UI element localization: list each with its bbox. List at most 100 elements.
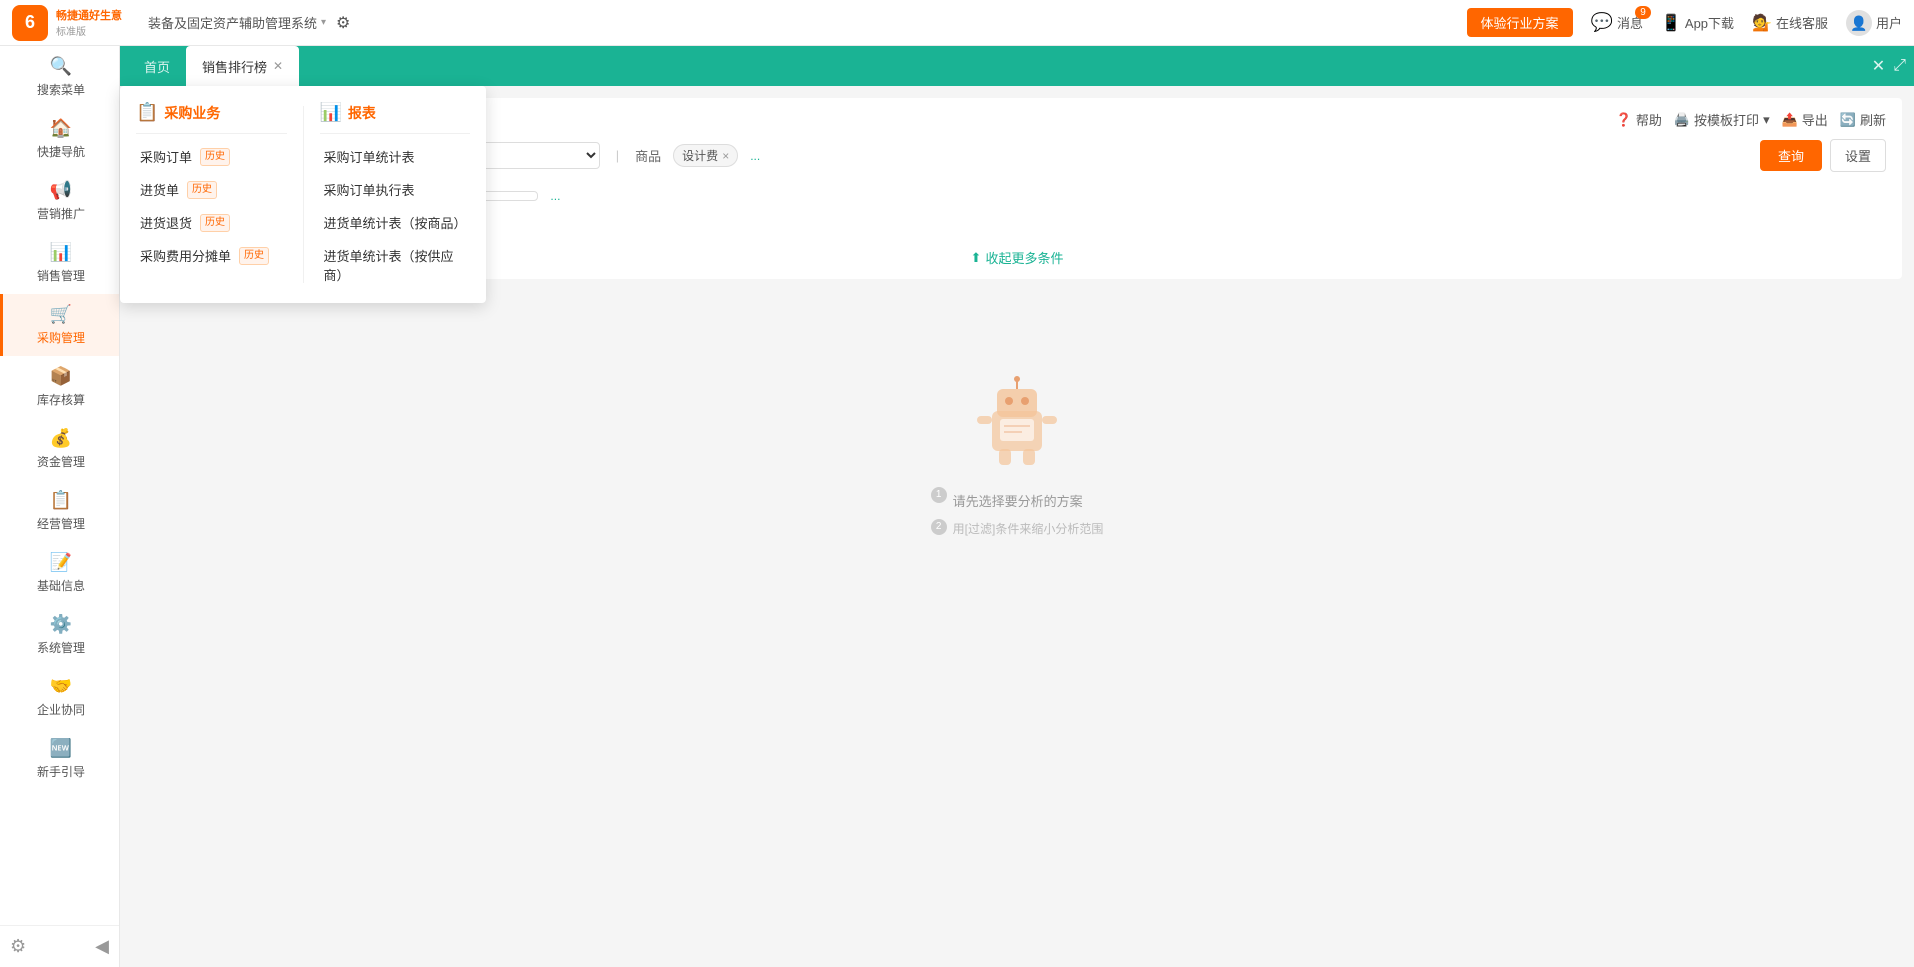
sidebar-bottom: ⚙ ◀ xyxy=(0,925,119,967)
doc-status-select[interactable] xyxy=(480,142,600,169)
export-btn[interactable]: 📤 导出 xyxy=(1782,110,1828,129)
sidebar-item-basic[interactable]: 📝 基础信息 xyxy=(0,542,119,604)
menu-item-report-2[interactable]: 采购订单执行表 xyxy=(320,173,471,206)
enterprise-icon: 🤝 xyxy=(50,676,72,697)
sidebar-item-operations[interactable]: 📋 经营管理 xyxy=(0,480,119,542)
goods-tag: 设计费 × xyxy=(673,144,738,167)
tab-sales-rank[interactable]: 销售排行榜 ✕ xyxy=(186,46,299,86)
menu-item-purchase-return-label: 进货退货 xyxy=(140,213,192,232)
app-download-btn[interactable]: 📱 App下载 xyxy=(1661,13,1734,33)
empty-tip-1-bullet: 1 xyxy=(931,487,947,503)
industry-btn[interactable]: 体验行业方案 xyxy=(1467,8,1573,37)
menu-item-purchase-receipt[interactable]: 进货单 历史 xyxy=(136,173,287,206)
sidebar-item-search[interactable]: 🔍 搜索菜单 xyxy=(0,46,119,108)
empty-tip-2: 用[过滤]条件来缩小分析范围 xyxy=(953,520,1104,537)
report-label: 报表 xyxy=(348,103,376,123)
home-icon: 🏠 xyxy=(50,118,72,139)
app-download-label: App下载 xyxy=(1685,13,1734,32)
sidebar-label-inventory: 库存核算 xyxy=(37,391,85,408)
sidebar-item-guide[interactable]: 🆕 新手引导 xyxy=(0,728,119,790)
refresh-icon: 🔄 xyxy=(1840,112,1856,128)
sidebar-collapse-btn[interactable]: ◀ xyxy=(95,936,109,957)
sidebar-label-marketing: 营销推广 xyxy=(37,205,85,222)
menu-item-purchase-order[interactable]: 采购订单 历史 xyxy=(136,140,287,173)
history-badge-1: 历史 xyxy=(187,181,217,199)
empty-tip-1: 请先选择要分析的方案 xyxy=(953,491,1083,510)
print-dropdown-icon: ▾ xyxy=(1763,112,1770,128)
marketing-icon: 📢 xyxy=(50,180,72,201)
app-version: 标准版 xyxy=(56,23,122,38)
menu-item-purchase-return[interactable]: 进货退货 历史 xyxy=(136,206,287,239)
sidebar-label-purchase: 采购管理 xyxy=(37,329,85,346)
menu-item-purchase-expense[interactable]: 采购费用分摊单 历史 xyxy=(136,239,287,272)
finance-icon: 💰 xyxy=(50,428,72,449)
history-badge-0: 历史 xyxy=(200,148,230,166)
filter-actions: 查询 设置 xyxy=(1760,139,1886,172)
menu-item-purchase-expense-label: 采购费用分摊单 xyxy=(140,246,231,265)
basic-icon: 📝 xyxy=(50,552,72,573)
online-service-btn[interactable]: 💁 在线客服 xyxy=(1752,13,1828,33)
tab-close-all-icon[interactable]: ✕ xyxy=(1872,56,1885,76)
refresh-label: 刷新 xyxy=(1860,110,1886,129)
sidebar-item-home[interactable]: 🏠 快捷导航 xyxy=(0,108,119,170)
purchase-business-icon: 📋 xyxy=(136,102,158,123)
menu-item-report-1-label: 采购订单统计表 xyxy=(324,147,415,166)
export-label: 导出 xyxy=(1802,110,1828,129)
help-icon: ❓ xyxy=(1616,112,1632,128)
sidebar-item-sales[interactable]: 📊 销售管理 xyxy=(0,232,119,294)
system-title: 装备及固定资产辅助管理系统 xyxy=(148,13,317,32)
empty-tip-1-row: 1 请先选择要分析的方案 xyxy=(931,479,1083,510)
top-bar: 6 畅捷通好生意 标准版 装备及固定资产辅助管理系统 ▾ ⚙ 体验行业方案 💬 … xyxy=(0,0,1914,46)
setting-btn[interactable]: 设置 xyxy=(1830,139,1886,172)
menu-item-report-3[interactable]: 进货单统计表（按商品） xyxy=(320,206,471,239)
menu-item-report-1[interactable]: 采购订单统计表 xyxy=(320,140,471,173)
sidebar-label-sales: 销售管理 xyxy=(37,267,85,284)
dropdown-col-1: 📋 采购业务 采购订单 历史 进货单 历史 进货退货 历史 采购费用分摊单 历史 xyxy=(120,98,303,291)
refresh-btn[interactable]: 🔄 刷新 xyxy=(1840,110,1886,129)
user-btn[interactable]: 👤 用户 xyxy=(1846,10,1902,36)
collapse-label: 收起更多条件 xyxy=(985,248,1063,267)
tab-home[interactable]: 首页 xyxy=(128,46,186,86)
tab-expand-icon[interactable]: ⤢ xyxy=(1893,57,1906,75)
query-btn[interactable]: 查询 xyxy=(1760,140,1822,171)
sidebar-item-finance[interactable]: 💰 资金管理 xyxy=(0,418,119,480)
system-title-dropdown[interactable]: ▾ xyxy=(321,17,326,28)
menu-item-purchase-receipt-label: 进货单 xyxy=(140,180,179,199)
sidebar-settings-btn[interactable]: ⚙ xyxy=(10,936,26,957)
help-btn[interactable]: ❓ 帮助 xyxy=(1616,110,1662,129)
dropdown-col-2: 📊 报表 采购订单统计表 采购订单执行表 进货单统计表（按商品） 进货单统计表（… xyxy=(304,98,487,291)
goods-more-btn[interactable]: ... xyxy=(750,149,760,163)
menu-item-purchase-order-label: 采购订单 xyxy=(140,147,192,166)
sidebar-item-system[interactable]: ⚙️ 系统管理 xyxy=(0,604,119,666)
system-icon: ⚙️ xyxy=(50,614,72,635)
sidebar-label-basic: 基础信息 xyxy=(37,577,85,594)
messages-btn[interactable]: 💬 9 消息 xyxy=(1591,12,1643,33)
menu-item-report-4-label: 进货单统计表（按供应商） xyxy=(324,246,467,284)
sidebar-item-enterprise[interactable]: 🤝 企业协同 xyxy=(0,666,119,728)
sidebar-item-purchase[interactable]: 🛒 采购管理 xyxy=(0,294,119,356)
tab-close-icon[interactable]: ✕ xyxy=(273,59,283,73)
separator-2: | xyxy=(616,148,619,163)
inventory-icon: 📦 xyxy=(50,366,72,387)
purchase-business-label: 采购业务 xyxy=(164,103,220,123)
sidebar-menu: 🔍 搜索菜单 🏠 快捷导航 📢 营销推广 📊 销售管理 🛒 采购管理 📦 库存核… xyxy=(0,46,119,925)
goods-tag-text: 设计费 xyxy=(682,147,718,164)
sidebar-item-inventory[interactable]: 📦 库存核算 xyxy=(0,356,119,418)
print-btn[interactable]: 🖨️ 按模板打印 ▾ xyxy=(1674,110,1770,129)
online-service-label: 在线客服 xyxy=(1776,13,1828,32)
goods-tag-close-btn[interactable]: × xyxy=(722,149,729,163)
empty-illustration xyxy=(957,371,1077,471)
tab-actions: ✕ ⤢ xyxy=(1872,56,1906,76)
sidebar-label-enterprise: 企业协同 xyxy=(37,701,85,718)
empty-state: 1 请先选择要分析的方案 2 用[过滤]条件来缩小分析范围 xyxy=(132,291,1902,617)
tab-bar: 首页 销售排行榜 ✕ ✕ ⤢ xyxy=(120,46,1914,86)
dropdown-cols: 📋 采购业务 采购订单 历史 进货单 历史 进货退货 历史 采购费用分摊单 历史 xyxy=(120,98,486,291)
settings-icon[interactable]: ⚙ xyxy=(336,13,350,33)
empty-tip-2-bullet: 2 xyxy=(931,519,947,535)
salesperson-more-btn[interactable]: ... xyxy=(550,189,560,203)
menu-item-report-4[interactable]: 进货单统计表（按供应商） xyxy=(320,239,471,291)
purchase-dropdown-menu: 📋 采购业务 采购订单 历史 进货单 历史 进货退货 历史 采购费用分摊单 历史 xyxy=(120,86,486,303)
collapse-btn[interactable]: ⬆ 收起更多条件 xyxy=(971,248,1064,267)
sidebar-item-marketing[interactable]: 📢 营销推广 xyxy=(0,170,119,232)
sidebar-label-home: 快捷导航 xyxy=(37,143,85,160)
